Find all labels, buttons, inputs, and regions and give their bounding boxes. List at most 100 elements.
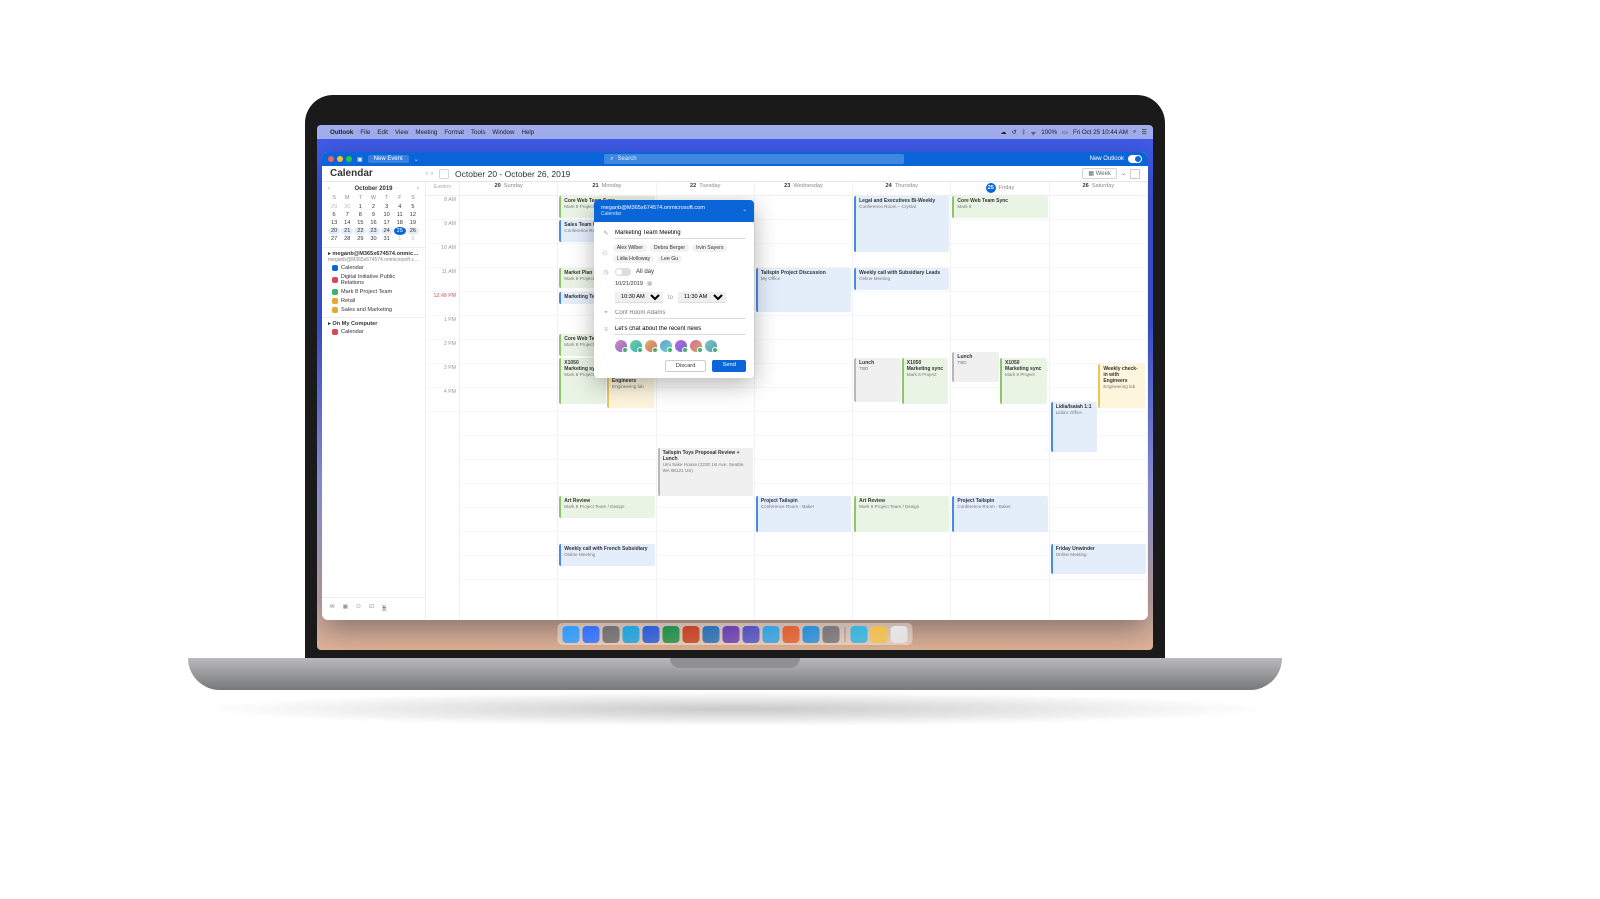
prev-week-button[interactable]: ‹ [426,171,428,177]
mini-day[interactable]: 2 [367,203,379,211]
calendar-event[interactable]: Tailspin Project DiscussionMy Office [756,268,851,312]
calendar-event[interactable]: LunchTBD [854,358,901,402]
day-column[interactable]: Lidia/Isaiah 1:1Lidia's OfficeWeekly che… [1050,196,1148,620]
wifi-icon[interactable]: ᯤ [1031,128,1037,137]
mini-day[interactable]: 6 [328,211,340,219]
mini-prev-icon[interactable]: ‹ [328,186,330,192]
discard-button[interactable]: Discard [665,360,707,372]
dock-app[interactable] [703,626,720,643]
end-time-select[interactable]: 11:30 AM [678,292,726,303]
mini-day[interactable]: 15 [354,219,366,227]
event-date[interactable]: 10/21/2019 [615,281,643,287]
menu-edit[interactable]: Edit [377,129,388,136]
calendar-event[interactable]: Art ReviewMark 8 Project Team / Design [854,496,949,532]
day-column[interactable]: Legal and Executives Bi-WeeklyConference… [853,196,951,620]
window-zoom-button[interactable] [346,156,352,162]
mini-day[interactable]: 18 [394,219,406,227]
mini-day[interactable]: 28 [341,235,353,243]
dock-app[interactable] [683,626,700,643]
mini-day[interactable]: 11 [394,211,406,219]
mini-day[interactable]: 5 [407,203,419,211]
mini-day[interactable]: 13 [328,219,340,227]
menubar-app-name[interactable]: Outlook [330,129,353,136]
mini-day[interactable]: 17 [381,219,393,227]
mini-day[interactable]: 30 [341,203,353,211]
mini-day[interactable]: 1 [394,235,406,243]
mini-day[interactable]: 19 [407,219,419,227]
calendar-item[interactable]: Mark 8 Project Team [328,287,419,296]
menu-help[interactable]: Help [521,129,534,136]
sync-icon[interactable]: ↺ [1012,129,1017,136]
dock-app[interactable] [743,626,760,643]
day-header[interactable]: 25Friday [951,182,1049,195]
mini-day[interactable]: 25 [394,227,406,235]
mini-day[interactable]: 9 [367,211,379,219]
calendar-event[interactable]: Project TailspinConference Room - Baker [952,496,1047,532]
calendar-item[interactable]: Calendar [328,263,419,272]
popup-header[interactable]: meganb@M365x674574.onmicrosoft.com Calen… [594,200,754,222]
mail-icon[interactable]: ✉︎ [330,604,335,614]
dock-app[interactable] [723,626,740,643]
calendar-event[interactable]: Core Web Team SyncMark 8 [952,196,1047,218]
people-icon[interactable]: ⚇ [356,604,361,614]
mini-day[interactable]: 26 [407,227,419,235]
mini-day[interactable]: 14 [341,219,353,227]
window-minimize-button[interactable] [337,156,343,162]
calendar-event[interactable]: X1050 Marketing syncMark 8 Project [902,358,949,404]
new-event-chevron-icon[interactable]: ⌄ [414,156,419,163]
tasks-icon[interactable]: ☑︎ [369,604,374,614]
calendar-item[interactable]: Calendar [328,327,419,336]
mini-day[interactable]: 20 [328,227,340,235]
attendee-chip[interactable]: Alex Wilber [613,244,647,252]
day-header[interactable]: 21Monday [558,182,656,195]
menu-meeting[interactable]: Meeting [415,129,437,136]
clock[interactable]: Fri Oct 25 10:44 AM [1073,129,1128,136]
bluetooth-icon[interactable]: ᛒ [1022,129,1026,136]
mini-day[interactable]: 12 [407,211,419,219]
today-button[interactable] [439,169,449,179]
dock-app[interactable] [663,626,680,643]
toolbar-chevron-icon[interactable]: ⌄ [1121,170,1126,177]
window-close-button[interactable] [328,156,334,162]
new-event-button[interactable]: New Event [368,155,409,163]
mini-day[interactable]: 8 [354,211,366,219]
day-header[interactable]: 26Saturday [1050,182,1148,195]
mini-day[interactable]: 22 [354,227,366,235]
calendar-event[interactable]: Weekly call with French SubsidiaryOnline… [559,544,654,566]
notes-icon[interactable]: 🗎 [382,604,387,614]
spotlight-icon[interactable]: ⌕ [1133,128,1136,136]
day-header[interactable]: 24Thursday [853,182,951,195]
day-header[interactable]: 23Wednesday [755,182,853,195]
day-header[interactable]: 20Sunday [460,182,558,195]
attendee-chip[interactable]: Lidia Holloway [613,255,654,263]
mini-day[interactable]: 27 [328,235,340,243]
view-picker[interactable]: ▦ Week [1082,168,1117,179]
notes-input[interactable] [615,324,746,335]
mini-day[interactable]: 2 [407,235,419,243]
control-center-icon[interactable]: ☰ [1141,129,1147,136]
calendar-event[interactable]: LunchTBD [952,352,999,382]
mini-day[interactable]: 1 [354,203,366,211]
day-column[interactable]: Core Web Team SyncMark 8LunchTBDX1050 Ma… [951,196,1049,620]
dock-app[interactable] [851,626,868,643]
menu-file[interactable]: File [360,129,370,136]
mini-day[interactable]: 21 [341,227,353,235]
dock-app[interactable] [871,626,888,643]
calendar-event[interactable]: Weekly check-in with EngineersEngineerin… [1098,364,1145,408]
calendar-event[interactable]: Weekly call with Subsidiary LeadsOnline … [854,268,949,290]
macos-dock[interactable] [558,623,913,645]
calendar-grid[interactable]: Eastern20Sunday21Monday22Tuesday23Wednes… [426,182,1148,620]
dock-app[interactable] [763,626,780,643]
dock-app[interactable] [803,626,820,643]
calendar-picker-icon[interactable]: ▦ [647,281,652,287]
calendar-event[interactable]: Project TailspinConference Room - Baker [756,496,851,532]
attendee-chip[interactable]: Debra Berger [650,244,689,252]
calendar-item[interactable]: Retail [328,296,419,305]
cloud-icon[interactable]: ☁︎ [1001,129,1007,136]
day-column[interactable]: Tailspin Project DiscussionMy Office Proj… [755,196,853,620]
mini-calendar[interactable]: ‹ October 2019 › SMTWTFS 293012345678910… [322,182,425,247]
mini-day[interactable]: 24 [381,227,393,235]
dock-app[interactable] [823,626,840,643]
calendar-item[interactable]: Digital Initiative Public Relations [328,272,419,287]
menu-format[interactable]: Format [444,129,464,136]
